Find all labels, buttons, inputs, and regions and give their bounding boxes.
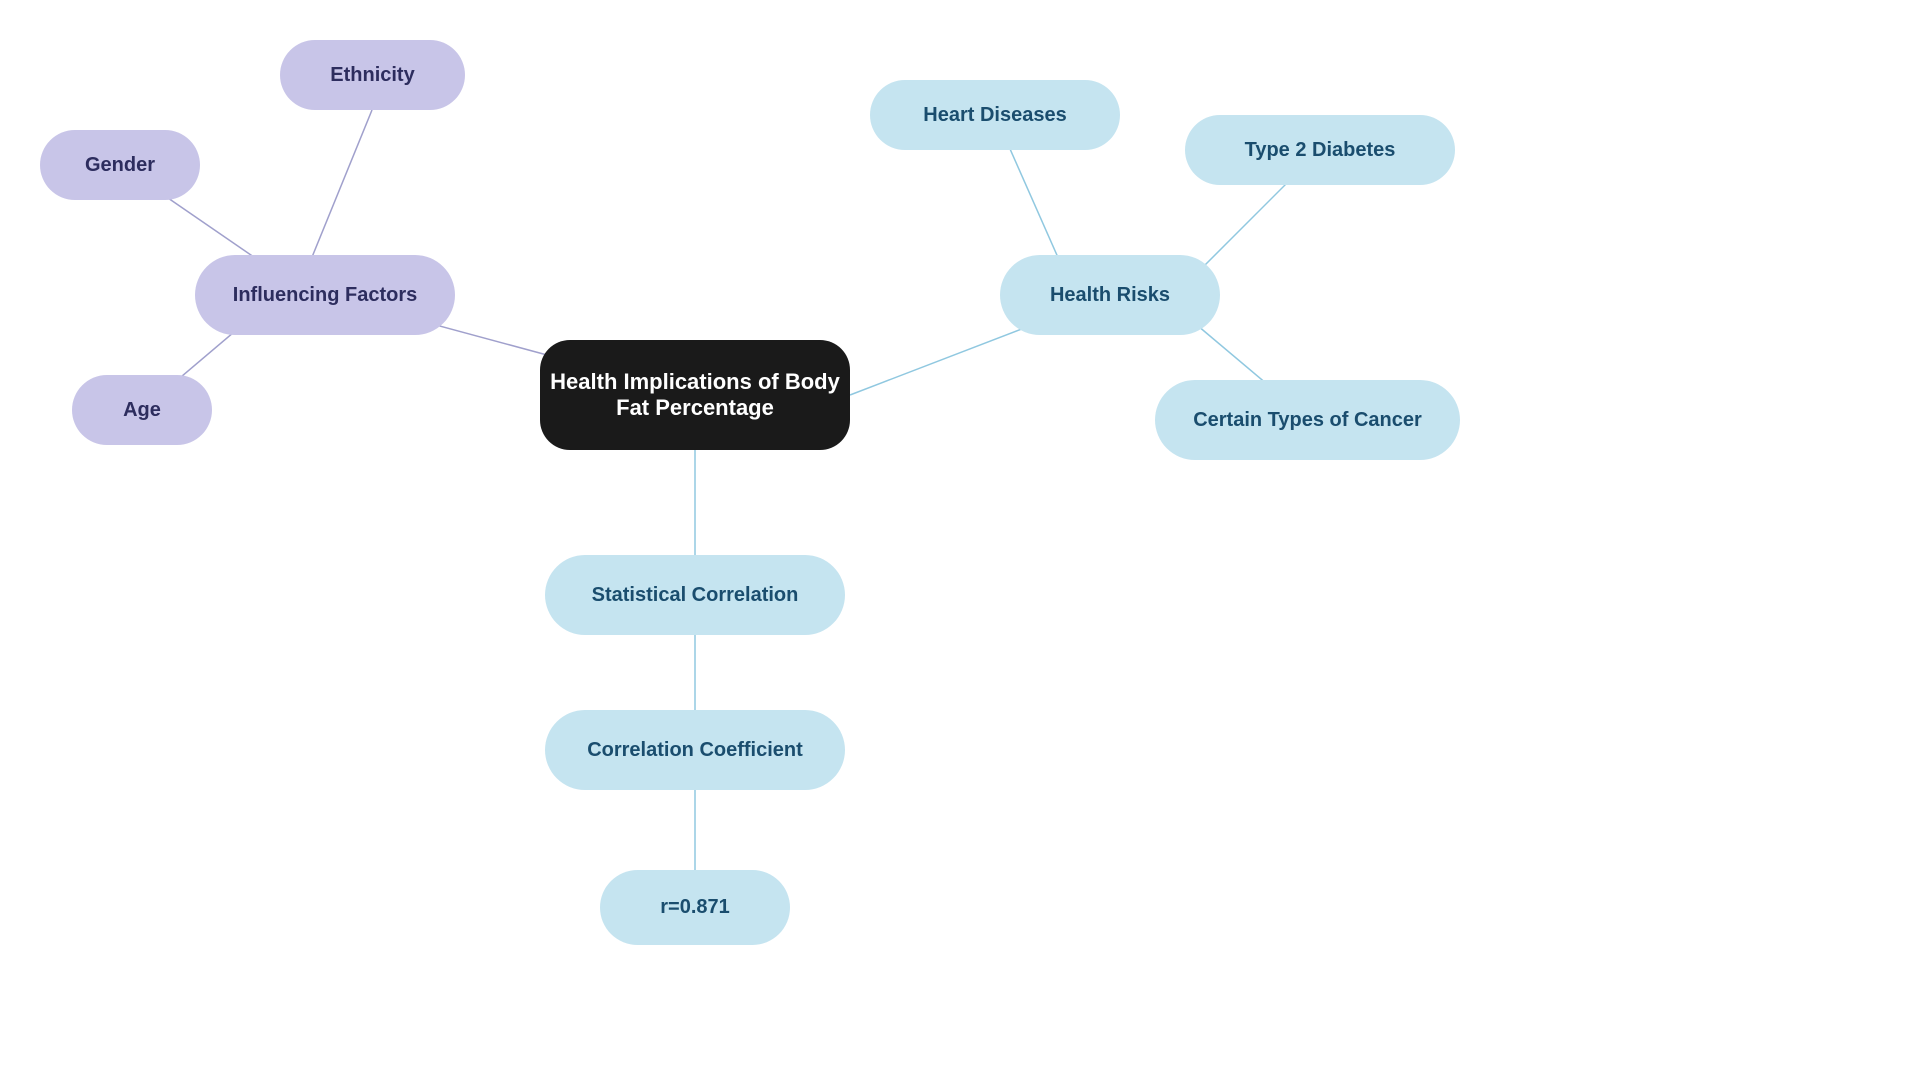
center-label: Health Implications of Body Fat Percenta… [540,369,850,421]
correlation-coefficient-node[interactable]: Correlation Coefficient [545,710,845,790]
certain-types-cancer-node[interactable]: Certain Types of Cancer [1155,380,1460,460]
gender-node[interactable]: Gender [40,130,200,200]
r-value-label: r=0.871 [660,896,730,919]
gender-label: Gender [85,154,155,177]
health-risks-node[interactable]: Health Risks [1000,255,1220,335]
type2-diabetes-node[interactable]: Type 2 Diabetes [1185,115,1455,185]
r-value-node[interactable]: r=0.871 [600,870,790,945]
heart-diseases-node[interactable]: Heart Diseases [870,80,1120,150]
age-label: Age [123,399,161,422]
correlation-coefficient-label: Correlation Coefficient [587,739,803,762]
ethnicity-label: Ethnicity [330,64,414,87]
type2-diabetes-label: Type 2 Diabetes [1245,139,1396,162]
statistical-correlation-label: Statistical Correlation [592,584,799,607]
influencing-factors-label: Influencing Factors [233,284,417,307]
heart-diseases-label: Heart Diseases [923,104,1066,127]
statistical-correlation-node[interactable]: Statistical Correlation [545,555,845,635]
health-risks-label: Health Risks [1050,284,1170,307]
center-node[interactable]: Health Implications of Body Fat Percenta… [540,340,850,450]
ethnicity-node[interactable]: Ethnicity [280,40,465,110]
influencing-factors-node[interactable]: Influencing Factors [195,255,455,335]
certain-types-cancer-label: Certain Types of Cancer [1193,409,1422,432]
age-node[interactable]: Age [72,375,212,445]
